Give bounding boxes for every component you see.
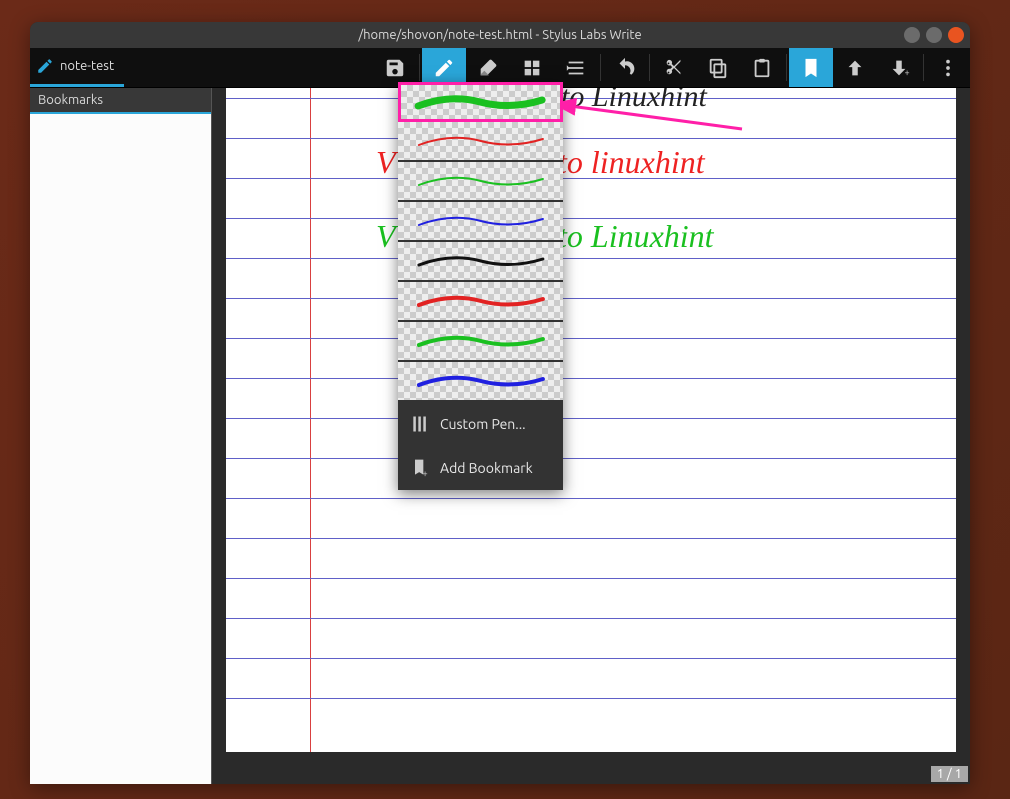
pen-swatch-7[interactable] <box>398 362 563 402</box>
svg-text:+: + <box>905 66 910 77</box>
copy-button[interactable] <box>696 48 740 87</box>
next-page-button[interactable]: + <box>877 48 921 87</box>
canvas-wrap: to Linuxhint V to linuxhint V to Linuxhi… <box>212 88 970 784</box>
handwriting-line-1: to Linuxhint <box>561 88 707 114</box>
cut-button[interactable] <box>652 48 696 87</box>
pen-swatch-2[interactable] <box>398 162 563 202</box>
handwriting-line-2: to linuxhint <box>558 144 705 181</box>
bookmarks-sidebar: Bookmarks <box>30 88 212 784</box>
pen-icon <box>433 57 455 79</box>
add-bookmark-label: Add Bookmark <box>440 460 533 476</box>
bookmark-icon <box>800 57 822 79</box>
arrow-up-icon <box>844 57 866 79</box>
eraser-icon <box>477 57 499 79</box>
pen-swatch-1[interactable] <box>398 122 563 162</box>
handwriting-line-2-prefix: V <box>376 144 396 181</box>
overflow-menu-button[interactable] <box>926 48 970 87</box>
titlebar: /home/shovon/note-test.html - Stylus Lab… <box>30 22 970 48</box>
document-tab-label: note-test <box>60 59 114 73</box>
add-bookmark-menu-item[interactable]: + Add Bookmark <box>398 446 563 490</box>
pen-swatch-0[interactable] <box>398 82 563 122</box>
handwriting-line-3-prefix: V <box>376 218 396 255</box>
window-title: /home/shovon/note-test.html - Stylus Lab… <box>358 28 641 42</box>
pencil-icon <box>36 57 54 75</box>
minimize-button[interactable] <box>904 27 920 43</box>
document-tab[interactable]: note-test <box>30 48 124 87</box>
paper-margin-line <box>310 88 311 752</box>
svg-text:+: + <box>423 467 428 478</box>
custom-pen-menu-item[interactable]: Custom Pen... <box>398 402 563 446</box>
paste-icon <box>751 57 773 79</box>
pen-swatch-3[interactable] <box>398 202 563 242</box>
save-icon <box>384 57 406 79</box>
paste-button[interactable] <box>740 48 784 87</box>
arrow-down-plus-icon: + <box>888 57 910 79</box>
handwriting-line-3: to Linuxhint <box>558 218 714 255</box>
pen-swatch-6[interactable] <box>398 322 563 362</box>
maximize-button[interactable] <box>926 27 942 43</box>
pen-swatch-4[interactable] <box>398 242 563 282</box>
pen-swatch-5[interactable] <box>398 282 563 322</box>
undo-icon <box>614 57 636 79</box>
close-button[interactable] <box>948 27 964 43</box>
insert-space-icon <box>565 57 587 79</box>
select-icon <box>521 57 543 79</box>
pen-dropdown-menu: Custom Pen... + Add Bookmark <box>398 82 563 490</box>
bookmark-add-icon: + <box>410 458 430 478</box>
copy-icon <box>707 57 729 79</box>
prev-page-button[interactable] <box>833 48 877 87</box>
undo-button[interactable] <box>603 48 647 87</box>
bookmark-button[interactable] <box>789 48 833 87</box>
window-controls <box>904 27 964 43</box>
pen-swatch-list <box>398 82 563 402</box>
dots-vertical-icon <box>937 57 959 79</box>
pens-icon <box>410 414 430 434</box>
sidebar-header: Bookmarks <box>30 88 211 114</box>
paper-canvas[interactable]: to Linuxhint V to linuxhint V to Linuxhi… <box>226 88 956 752</box>
custom-pen-label: Custom Pen... <box>440 416 526 432</box>
cut-icon <box>663 57 685 79</box>
page-status: 1 / 1 <box>931 766 968 782</box>
